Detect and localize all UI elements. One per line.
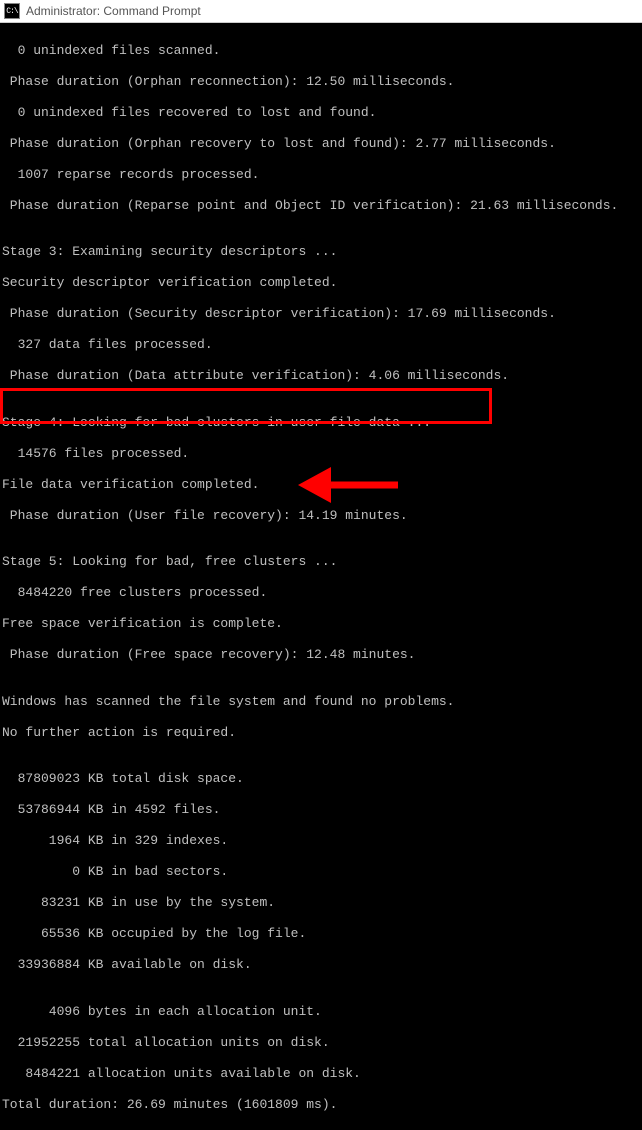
console-line: 83231 KB in use by the system. — [2, 895, 640, 911]
console-line: 1964 KB in 329 indexes. — [2, 833, 640, 849]
console-line: Stage 4: Looking for bad clusters in use… — [2, 415, 640, 431]
console-line: Phase duration (Reparse point and Object… — [2, 198, 640, 214]
console-line: File data verification completed. — [2, 477, 640, 493]
console-line: 21952255 total allocation units on disk. — [2, 1035, 640, 1051]
console-line: 0 unindexed files recovered to lost and … — [2, 105, 640, 121]
console-line: Phase duration (Orphan reconnection): 12… — [2, 74, 640, 90]
console-line: Phase duration (Security descriptor veri… — [2, 306, 640, 322]
console-line: Free space verification is complete. — [2, 616, 640, 632]
window-titlebar[interactable]: C:\ Administrator: Command Prompt — [0, 0, 642, 23]
console-line: Phase duration (User file recovery): 14.… — [2, 508, 640, 524]
console-line: 14576 files processed. — [2, 446, 640, 462]
console-line: 53786944 KB in 4592 files. — [2, 802, 640, 818]
console-line: Phase duration (Data attribute verificat… — [2, 368, 640, 384]
console-line: 4096 bytes in each allocation unit. — [2, 1004, 640, 1020]
console-line: 8484221 allocation units available on di… — [2, 1066, 640, 1082]
console-line: 65536 KB occupied by the log file. — [2, 926, 640, 942]
console-line: 0 unindexed files scanned. — [2, 43, 640, 59]
console-line: 1007 reparse records processed. — [2, 167, 640, 183]
console-line: Phase duration (Orphan recovery to lost … — [2, 136, 640, 152]
console-line: Windows has scanned the file system and … — [2, 694, 640, 710]
cmd-icon: C:\ — [4, 3, 20, 19]
window-title: Administrator: Command Prompt — [26, 4, 201, 18]
console-line: 33936884 KB available on disk. — [2, 957, 640, 973]
console-line: 327 data files processed. — [2, 337, 640, 353]
console-line: Total duration: 26.69 minutes (1601809 m… — [2, 1097, 640, 1113]
console-line: 8484220 free clusters processed. — [2, 585, 640, 601]
console-line: Phase duration (Free space recovery): 12… — [2, 647, 640, 663]
console-line: No further action is required. — [2, 725, 640, 741]
console-line: Security descriptor verification complet… — [2, 275, 640, 291]
console-line: Stage 5: Looking for bad, free clusters … — [2, 554, 640, 570]
console-line: 87809023 KB total disk space. — [2, 771, 640, 787]
console-line: 0 KB in bad sectors. — [2, 864, 640, 880]
console-output[interactable]: 0 unindexed files scanned. Phase duratio… — [0, 23, 642, 1130]
console-line: Stage 3: Examining security descriptors … — [2, 244, 640, 260]
